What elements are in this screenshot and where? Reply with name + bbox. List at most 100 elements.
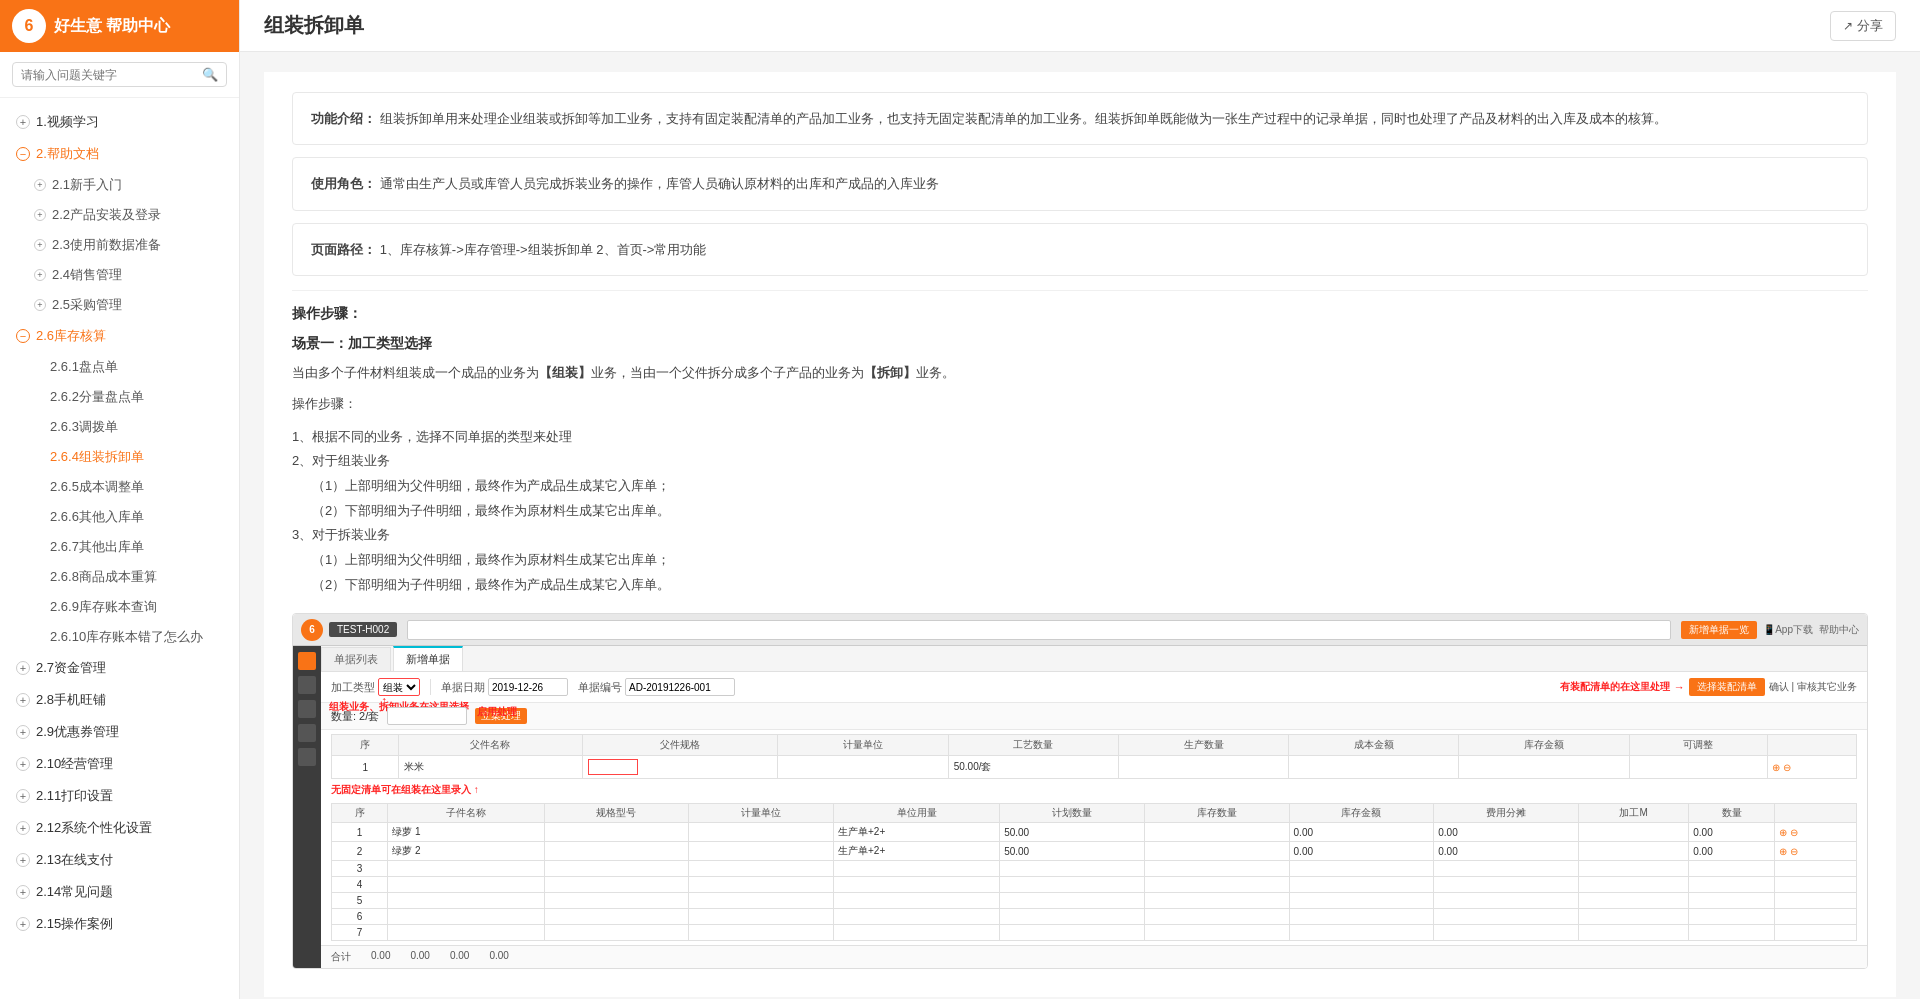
sidebar-nav: + 1.视频学习 − 2.帮助文档 + 2.1新手入门 + 2.2产品安装及登录… xyxy=(0,98,239,999)
role-text: 通常由生产人员或库管人员完成拆装业务的操作，库管人员确认原材料的出库和产成品的入… xyxy=(380,176,939,191)
expand-icon: + xyxy=(16,757,30,771)
annotation-2-arrow: ↑ xyxy=(381,694,387,708)
sidebar-item-cost-recalc[interactable]: 2.6.8商品成本重算 xyxy=(0,562,239,592)
sidebar-item-case-study[interactable]: + 2.15操作案例 xyxy=(0,908,239,940)
sidebar-item-cost-adjust[interactable]: 2.6.5成本调整单 xyxy=(0,472,239,502)
lower-table-row-7: 7 xyxy=(332,925,1857,941)
lt-row-op-2[interactable]: ⊖ xyxy=(1790,827,1798,838)
sidebar-item-ops[interactable]: + 2.10经营管理 xyxy=(0,748,239,780)
func-intro-label: 功能介绍： xyxy=(311,111,376,126)
form-row: 加工类型 组装 拆卸 单据日期 xyxy=(321,672,1867,703)
sidebar-item-online-pay[interactable]: + 2.13在线支付 xyxy=(0,844,239,876)
sidebar-item-install[interactable]: + 2.2产品安装及登录 xyxy=(0,200,239,230)
share-button[interactable]: ↗ 分享 xyxy=(1830,11,1896,41)
annotation-1: 有装配清单的在这里处理 xyxy=(1560,680,1670,694)
steps-list: 1、根据不同的业务，选择不同单据的类型来处理 2、对于组装业务 （1）上部明细为… xyxy=(292,425,1868,598)
field-select-input[interactable] xyxy=(387,707,467,725)
col-craft-qty: 工艺数量 xyxy=(948,735,1118,756)
lt-cell-unit xyxy=(689,842,834,861)
sidebar-item-inventory-adjust[interactable]: 2.6.3调拨单 xyxy=(0,412,239,442)
form-billno-field: 单据编号 xyxy=(578,678,735,696)
row-op-icon2[interactable]: ⊖ xyxy=(1783,762,1791,773)
row-op-icon[interactable]: ⊕ xyxy=(1772,762,1780,773)
ops-steps-title: 操作步骤： xyxy=(292,305,1868,323)
sidebar-item-print[interactable]: + 2.11打印设置 xyxy=(0,780,239,812)
lower-table-row-6: 6 xyxy=(332,909,1857,925)
sidebar-item-other-out[interactable]: 2.6.7其他出库单 xyxy=(0,532,239,562)
lt-row-op-2[interactable]: ⊖ xyxy=(1790,846,1798,857)
lt-col-unit-usage: 单位用量 xyxy=(834,804,1000,823)
form-date-field: 单据日期 xyxy=(441,678,568,696)
sidebar-item-faq[interactable]: + 2.14常见问题 xyxy=(0,876,239,908)
tab-new[interactable]: 新增单据 xyxy=(393,646,463,671)
upper-table-section: 序 父件名称 父件规格 计量单位 工艺数量 生产数量 成本金额 库存金额 xyxy=(321,730,1867,781)
lower-table-row-3: 3 xyxy=(332,861,1857,877)
annotation-4-area: 无固定清单可在组装在这里录入 ↑ xyxy=(321,781,1867,801)
lower-table-section: 序 子件名称 规格型号 计量单位 单位用量 计划数量 库存数量 库存金额 xyxy=(321,801,1867,945)
assembly-select-btn[interactable]: 选择装配清单 xyxy=(1689,678,1765,696)
cell-craft-qty: 50.00/套 xyxy=(948,756,1118,779)
sidebar-item-assemble[interactable]: 2.6.4组装拆卸单 xyxy=(0,442,239,472)
lt-row-op-1[interactable]: ⊕ xyxy=(1779,827,1787,838)
sidebar-item-partial-count[interactable]: 2.6.2分量盘点单 xyxy=(0,382,239,412)
role-block: 使用角色： 通常由生产人员或库管人员完成拆装业务的操作，库管人员确认原材料的出库… xyxy=(292,157,1868,210)
lt-cell-cost-alloc: 0.00 xyxy=(1434,842,1579,861)
sidebar-item-other-in[interactable]: 2.6.6其他入库单 xyxy=(0,502,239,532)
sidebar-item-custom[interactable]: + 2.12系统个性化设置 xyxy=(0,812,239,844)
cell-row-ops: ⊕ ⊖ xyxy=(1767,756,1856,779)
sidebar-item-inventory[interactable]: − 2.6库存核算 xyxy=(0,320,239,352)
spec-input[interactable] xyxy=(588,759,638,775)
cell-seq: 1 xyxy=(332,756,399,779)
sidebar-item-newbie[interactable]: + 2.1新手入门 xyxy=(0,170,239,200)
sidebar-item-data-prep[interactable]: + 2.3使用前数据准备 xyxy=(0,230,239,260)
func-intro-block: 功能介绍： 组装拆卸单用来处理企业组装或拆卸等加工业务，支持有固定装配清单的产品… xyxy=(292,92,1868,145)
confirm-btn-area: 确认 | 审核其它业务 xyxy=(1769,680,1857,694)
sidebar-icon-4 xyxy=(298,724,316,742)
sidebar-item-inventory-label: 2.6库存核算 xyxy=(36,327,106,345)
cell-stock-amt xyxy=(1459,756,1629,779)
sidebar-item-stock-error[interactable]: 2.6.10库存账本错了怎么办 xyxy=(0,622,239,652)
date-input[interactable] xyxy=(488,678,568,696)
sidebar-item-help-docs[interactable]: − 2.帮助文档 xyxy=(0,138,239,170)
lt-cell-ops: ⊕ ⊖ xyxy=(1774,823,1856,842)
search-box[interactable]: 🔍 xyxy=(12,62,227,87)
sidebar-item-inventory-count[interactable]: 2.6.1盘点单 xyxy=(0,352,239,382)
sidebar-item-sales[interactable]: + 2.4销售管理 xyxy=(0,260,239,290)
sidebar-item-purchase[interactable]: + 2.5采购管理 xyxy=(0,290,239,320)
app-main-content: 单据列表 新增单据 加工类型 xyxy=(321,646,1867,968)
page-title: 组装拆卸单 xyxy=(264,12,364,39)
col-prod-qty: 生产数量 xyxy=(1118,735,1288,756)
lt-col-spec: 规格型号 xyxy=(544,804,689,823)
arrow-right: → xyxy=(1674,681,1685,693)
collapse-icon: − xyxy=(16,329,30,343)
footer-val-1: 0.00 xyxy=(371,950,390,964)
search-input[interactable] xyxy=(21,68,202,82)
sidebar-item-video[interactable]: + 1.视频学习 xyxy=(0,106,239,138)
billno-input[interactable] xyxy=(625,678,735,696)
sidebar-item-cash-mgmt[interactable]: + 2.7资金管理 xyxy=(0,652,239,684)
lt-cell-unit xyxy=(689,823,834,842)
col-stock-amt: 库存金额 xyxy=(1459,735,1629,756)
step-3-2: （2）下部明细为子件明细，最终作为产成品生成某它入库单。 xyxy=(292,573,1868,598)
sidebar-item-coupon[interactable]: + 2.9优惠券管理 xyxy=(0,716,239,748)
step-2-2: （2）下部明细为子件明细，最终作为原材料生成某它出库单。 xyxy=(292,499,1868,524)
lt-cell-cost-alloc: 0.00 xyxy=(1434,823,1579,842)
lower-table-row-2: 2 绿萝 2 生产单+2+ 50.00 0.00 xyxy=(332,842,1857,861)
footer-val-2: 0.00 xyxy=(410,950,429,964)
lt-col-seq: 序 xyxy=(332,804,388,823)
help-icon: 帮助中心 xyxy=(1819,623,1859,637)
browser-orange-btn[interactable]: 新增单据一览 xyxy=(1681,621,1757,639)
role-label: 使用角色： xyxy=(311,176,376,191)
cell-prod-qty xyxy=(1118,756,1288,779)
tab-list[interactable]: 单据列表 xyxy=(321,647,391,671)
lt-cell-stock-qty xyxy=(1144,842,1289,861)
field-select-wrapper: 启用处理 xyxy=(387,707,467,725)
sidebar-item-mobile[interactable]: + 2.8手机旺铺 xyxy=(0,684,239,716)
cell-parent-name: 米米 xyxy=(399,756,582,779)
sub-expand-icon: + xyxy=(34,209,46,221)
lt-row-op-1[interactable]: ⊕ xyxy=(1779,846,1787,857)
sidebar-search-area: 🔍 xyxy=(0,52,239,98)
form-type-select: 加工类型 组装 拆卸 xyxy=(331,678,420,696)
lower-table: 序 子件名称 规格型号 计量单位 单位用量 计划数量 库存数量 库存金额 xyxy=(331,803,1857,941)
sidebar-item-stock-query[interactable]: 2.6.9库存账本查询 xyxy=(0,592,239,622)
